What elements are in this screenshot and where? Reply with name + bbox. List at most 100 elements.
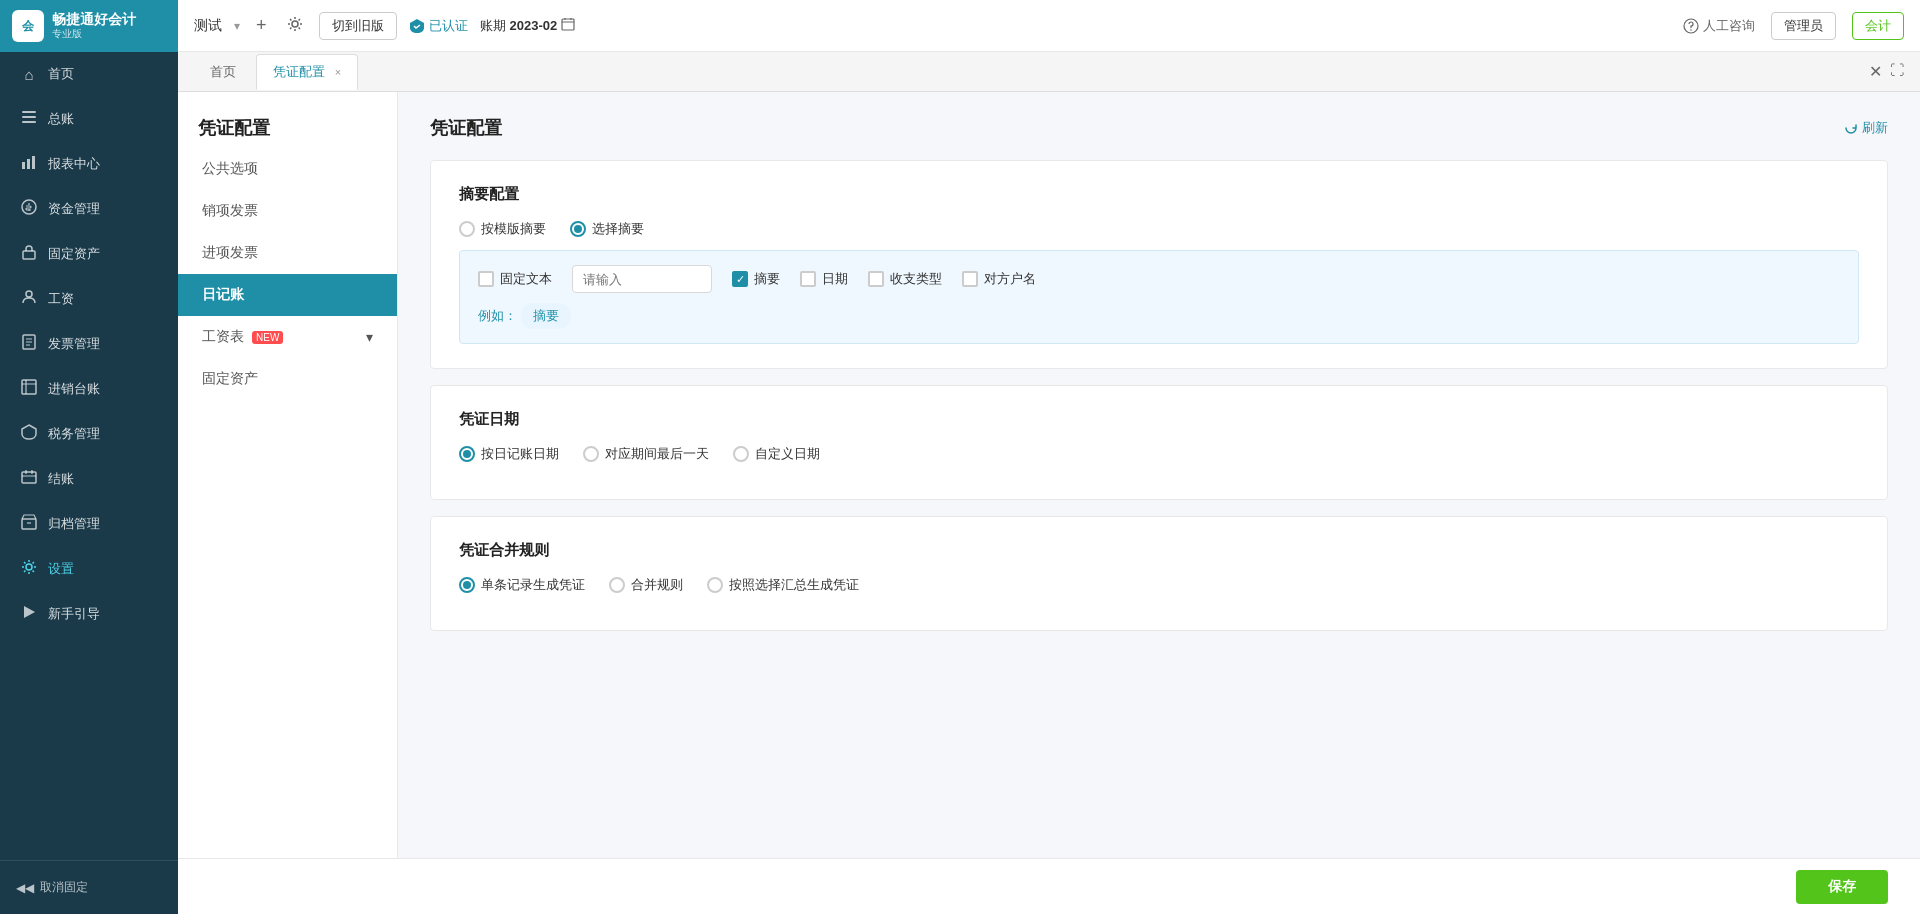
calendar-icon[interactable] (561, 17, 575, 34)
sidebar-item-label: 设置 (48, 560, 74, 578)
date-journal-option[interactable]: 按日记账日期 (459, 445, 559, 463)
sidebar-item-archive[interactable]: 归档管理 (0, 501, 178, 546)
summary-section: 摘要配置 按模版摘要 选择摘要 固定文本 (430, 160, 1888, 369)
summary-checkbox[interactable]: 摘要 (732, 270, 780, 288)
merge-single-radio[interactable] (459, 577, 475, 593)
tab-voucher-config[interactable]: 凭证配置 × (256, 54, 358, 90)
cancel-fixed-button[interactable]: ◀◀ 取消固定 (0, 871, 178, 904)
sidebar-item-label: 资金管理 (48, 200, 100, 218)
add-button[interactable]: + (252, 15, 271, 36)
svg-rect-7 (23, 251, 35, 259)
svg-rect-16 (562, 19, 574, 30)
payroll-chevron-icon: ▾ (366, 329, 373, 345)
summary-radio-group: 按模版摘要 选择摘要 (459, 220, 1859, 238)
sidebar-item-label: 固定资产 (48, 245, 100, 263)
sidebar: 会 畅捷通好会计 专业版 ⌂ 首页 总账 报表中心 资金 (0, 0, 178, 914)
accountant-button[interactable]: 会计 (1852, 12, 1904, 40)
summary-select-option[interactable]: 选择摘要 (570, 220, 644, 238)
sidebar-item-settings[interactable]: 设置 (0, 546, 178, 591)
summary-template-option[interactable]: 按模版摘要 (459, 220, 546, 238)
sidebar-item-close[interactable]: 结账 (0, 456, 178, 501)
main-content: 凭证配置 刷新 摘要配置 按模版摘要 选择摘要 (398, 92, 1920, 858)
sidebar-item-assets[interactable]: 固定资产 (0, 231, 178, 276)
merge-rule-radio[interactable] (609, 577, 625, 593)
project-chevron-icon[interactable]: ▾ (234, 19, 240, 33)
left-nav-item-payroll[interactable]: 工资表 NEW ▾ (178, 316, 397, 358)
sales-icon (20, 379, 38, 398)
verified-badge: 已认证 (409, 17, 468, 35)
left-nav-item-sales-invoice[interactable]: 销项发票 (178, 190, 397, 232)
left-nav-item-journal[interactable]: 日记账 (178, 274, 397, 316)
merge-section: 凭证合并规则 单条记录生成凭证 合并规则 按照选择汇总生成凭证 (430, 516, 1888, 631)
refresh-button[interactable]: 刷新 (1844, 119, 1888, 137)
pay-type-checkbox[interactable]: 收支类型 (868, 270, 942, 288)
left-nav-item-fixed-assets[interactable]: 固定资产 (178, 358, 397, 400)
sidebar-item-funds[interactable]: 资金管理 (0, 186, 178, 231)
switch-old-version-button[interactable]: 切到旧版 (319, 12, 397, 40)
salary-icon (20, 289, 38, 308)
counterpart-checkbox-box[interactable] (962, 271, 978, 287)
invoice-icon (20, 334, 38, 353)
svg-marker-14 (24, 606, 35, 618)
sidebar-bottom: ◀◀ 取消固定 (0, 860, 178, 914)
summary-options-box: 固定文本 摘要 日期 收支类型 (459, 250, 1859, 344)
counterpart-checkbox[interactable]: 对方户名 (962, 270, 1036, 288)
sidebar-item-tax[interactable]: 税务管理 (0, 411, 178, 456)
svg-rect-12 (22, 519, 36, 529)
summary-title: 摘要配置 (459, 185, 1859, 204)
sidebar-logo: 会 畅捷通好会计 专业版 (0, 0, 178, 52)
date-checkbox[interactable]: 日期 (800, 270, 848, 288)
summary-select-radio[interactable] (570, 221, 586, 237)
tab-close-icon[interactable]: × (335, 66, 341, 78)
date-period-end-option[interactable]: 对应期间最后一天 (583, 445, 709, 463)
manager-button[interactable]: 管理员 (1771, 12, 1836, 40)
save-button[interactable]: 保存 (1796, 870, 1888, 904)
svg-point-8 (26, 291, 32, 297)
sidebar-item-sales[interactable]: 进销台账 (0, 366, 178, 411)
consult-button[interactable]: 人工咨询 (1683, 17, 1755, 35)
date-journal-radio[interactable] (459, 446, 475, 462)
fixed-text-input[interactable] (572, 265, 712, 293)
svg-rect-3 (22, 162, 25, 169)
svg-point-15 (292, 21, 298, 27)
date-custom-radio[interactable] (733, 446, 749, 462)
date-checkbox-box[interactable] (800, 271, 816, 287)
summary-template-radio[interactable] (459, 221, 475, 237)
sidebar-item-salary[interactable]: 工资 (0, 276, 178, 321)
tab-home[interactable]: 首页 (194, 55, 252, 89)
sidebar-item-label: 结账 (48, 470, 74, 488)
pay-type-checkbox-box[interactable] (868, 271, 884, 287)
svg-point-18 (1690, 29, 1692, 31)
merge-summary-option[interactable]: 按照选择汇总生成凭证 (707, 576, 859, 594)
sidebar-item-invoice[interactable]: 发票管理 (0, 321, 178, 366)
content-area: 凭证配置 公共选项 销项发票 进项发票 日记账 工资表 NEW ▾ 固定资 (178, 92, 1920, 858)
app-edition: 专业版 (52, 27, 136, 41)
left-nav-item-public[interactable]: 公共选项 (178, 148, 397, 190)
sidebar-item-reports[interactable]: 报表中心 (0, 141, 178, 186)
sidebar-item-guide[interactable]: 新手引导 (0, 591, 178, 636)
date-period-end-radio[interactable] (583, 446, 599, 462)
merge-rule-option[interactable]: 合并规则 (609, 576, 683, 594)
left-nav-item-purchase-invoice[interactable]: 进项发票 (178, 232, 397, 274)
merge-summary-radio[interactable] (707, 577, 723, 593)
sidebar-item-label: 归档管理 (48, 515, 100, 533)
close-accounts-icon (20, 469, 38, 488)
date-custom-option[interactable]: 自定义日期 (733, 445, 820, 463)
sidebar-item-ledger[interactable]: 总账 (0, 96, 178, 141)
project-name: 测试 (194, 17, 222, 35)
summary-checkbox-box[interactable] (732, 271, 748, 287)
tab-bar-expand-icon[interactable]: ⛶ (1890, 62, 1904, 81)
gear-button[interactable] (283, 16, 307, 36)
fixed-text-checkbox-box[interactable] (478, 271, 494, 287)
footer: 保存 (178, 858, 1920, 914)
merge-single-option[interactable]: 单条记录生成凭证 (459, 576, 585, 594)
guide-icon (20, 604, 38, 623)
sidebar-item-label: 首页 (48, 65, 74, 83)
svg-rect-1 (22, 116, 36, 118)
sidebar-item-home[interactable]: ⌂ 首页 (0, 52, 178, 96)
fixed-text-checkbox[interactable]: 固定文本 (478, 270, 552, 288)
tab-bar-close-icon[interactable]: ✕ (1869, 62, 1882, 81)
sidebar-scroll: ⌂ 首页 总账 报表中心 资金管理 固定资产 (0, 52, 178, 860)
merge-radio-group: 单条记录生成凭证 合并规则 按照选择汇总生成凭证 (459, 576, 1859, 594)
sidebar-item-label: 税务管理 (48, 425, 100, 443)
